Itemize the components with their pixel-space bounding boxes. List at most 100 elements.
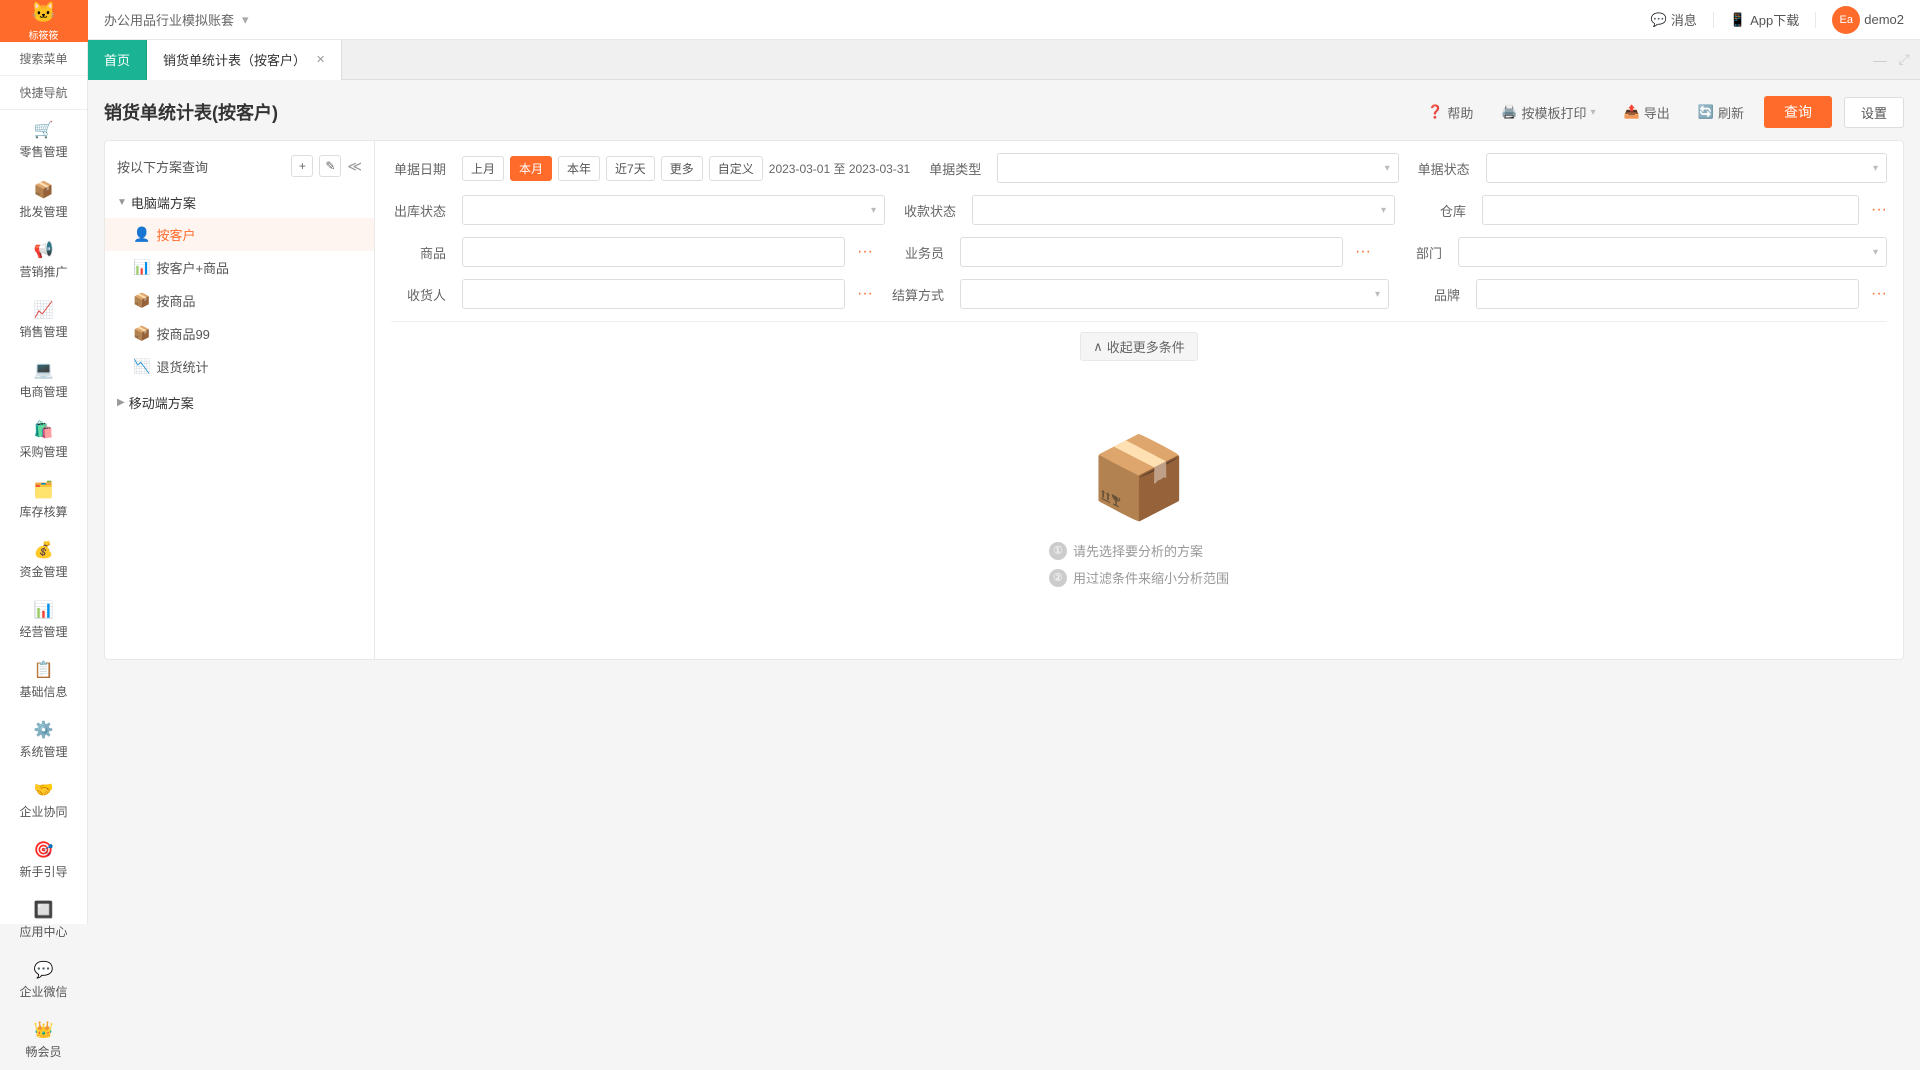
sidebar-item-finance[interactable]: 💰 资金管理 — [0, 530, 87, 590]
warehouse-dots-button[interactable]: ··· — [1871, 201, 1887, 219]
top-header: 办公用品行业模拟账套 ▾ 💬 消息 📱 App下载 Ea demo2 — [88, 0, 1920, 40]
scheme-group-mobile-header[interactable]: ▶ 移动端方案 — [105, 387, 374, 418]
sidebar-item-member[interactable]: 👑 畅会员 — [0, 1010, 87, 1070]
goods-select[interactable] — [462, 237, 845, 267]
sidebar-item-operation[interactable]: 📊 经营管理 — [0, 590, 87, 650]
sidebar-item-corp[interactable]: 🤝 企业协同 — [0, 770, 87, 830]
filter-row-4: 收货人 ··· 结算方式 ▾ 品牌 — [391, 279, 1887, 309]
sidebar-item-system[interactable]: ⚙️ 系统管理 — [0, 710, 87, 770]
tab-home[interactable]: 首页 — [88, 40, 147, 80]
newbie-icon: 🎯 — [34, 840, 54, 860]
scheme-edit-button[interactable]: ✎ — [319, 155, 341, 177]
scheme-panel: 按以下方案查询 + ✎ ≪ — [105, 141, 375, 659]
date-btn-this-month[interactable]: 本月 — [510, 156, 552, 181]
recipient-label: 收货人 — [391, 285, 446, 304]
settle-arrow-icon: ▾ — [1375, 289, 1380, 300]
doc-type-arrow-icon: ▾ — [1385, 163, 1390, 174]
date-btn-this-year[interactable]: 本年 — [558, 156, 600, 181]
recipient-dots-button[interactable]: ··· — [857, 285, 873, 303]
date-btn-custom[interactable]: 自定义 — [709, 156, 763, 181]
scheme-item-by-customer-goods[interactable]: 📊 按客户+商品 — [105, 251, 374, 284]
recipient-select[interactable] — [462, 279, 845, 309]
user-profile-button[interactable]: Ea demo2 — [1832, 6, 1904, 34]
help-icon: ❓ — [1427, 104, 1443, 120]
sidebar-item-apps[interactable]: 🔲 应用中心 — [0, 890, 87, 950]
sidebar-item-marketing[interactable]: 📢 营销推广 — [0, 230, 87, 290]
tab-sales-stat[interactable]: 销货单统计表（按客户） ✕ — [147, 40, 342, 80]
minimize-button[interactable]: — — [1872, 52, 1888, 68]
salesperson-dots-button[interactable]: ··· — [1355, 243, 1371, 261]
date-btn-7days[interactable]: 近7天 — [606, 156, 655, 181]
quicknav-label: 快捷导航 — [0, 84, 87, 101]
brand-label: 品牌 — [1405, 285, 1460, 304]
goods-dots-button[interactable]: ··· — [857, 243, 873, 261]
doc-status-label: 单据状态 — [1415, 159, 1470, 178]
panel-body: 按以下方案查询 + ✎ ≪ — [105, 141, 1903, 659]
doc-status-select[interactable]: ▾ — [1486, 153, 1887, 183]
scheme-item-return-stat[interactable]: 📉 退货统计 — [105, 350, 374, 383]
tab-close-icon[interactable]: ✕ — [316, 53, 325, 66]
dropdown-arrow-icon[interactable]: ▾ — [242, 12, 249, 28]
sidebar-item-retail[interactable]: 🛒 零售管理 — [0, 110, 87, 170]
sidebar-item-purchase[interactable]: 🛍️ 采购管理 — [0, 410, 87, 470]
scheme-group-pc: ▼ 电脑端方案 👤 按客户 📊 按客户+商品 📦 — [105, 187, 374, 383]
receipt-status-select[interactable]: ▾ — [972, 195, 1395, 225]
export-icon: 📤 — [1624, 104, 1640, 120]
setting-button[interactable]: 设置 — [1844, 97, 1904, 128]
sidebar-logo[interactable]: 🐱 标筱筱 — [0, 0, 88, 42]
customer-goods-icon: 📊 — [133, 259, 150, 276]
scheme-add-button[interactable]: + — [291, 155, 313, 177]
help-button[interactable]: ❓ 帮助 — [1419, 99, 1481, 126]
dept-select[interactable]: ▾ — [1458, 237, 1887, 267]
salesperson-select[interactable] — [960, 237, 1343, 267]
print-button[interactable]: 🖨️ 按模板打印 ▾ — [1493, 99, 1603, 126]
window-actions: — ⤢ — [1872, 52, 1920, 68]
sidebar-item-ecommerce[interactable]: 💻 电商管理 — [0, 350, 87, 410]
collapse-row: ∧ 收起更多条件 — [391, 321, 1887, 371]
brand-select[interactable] — [1476, 279, 1859, 309]
warehouse-select[interactable] — [1482, 195, 1859, 225]
date-btn-last-month[interactable]: 上月 — [462, 156, 504, 181]
date-btn-more[interactable]: 更多 — [661, 156, 703, 181]
sidebar-search[interactable]: 搜索菜单 — [0, 42, 87, 76]
page-header: 销货单统计表(按客户) ❓ 帮助 🖨️ 按模板打印 ▾ 📤 导出 🔄 刷新 — [104, 96, 1904, 128]
recipient-filter-group: ··· — [462, 279, 873, 309]
scheme-fold-button[interactable]: ≪ — [347, 158, 362, 175]
empty-tip-1: ① 请先选择要分析的方案 — [1049, 541, 1229, 560]
sidebar-item-wechat[interactable]: 💬 企业微信 — [0, 950, 87, 1010]
sidebar-item-sales[interactable]: 📈 销售管理 — [0, 290, 87, 350]
apps-icon: 🔲 — [34, 900, 54, 920]
query-button[interactable]: 查询 — [1764, 96, 1832, 128]
sidebar-item-basic[interactable]: 📋 基础信息 — [0, 650, 87, 710]
search-label: 搜索菜单 — [0, 50, 87, 67]
scheme-item-by-customer[interactable]: 👤 按客户 — [105, 218, 374, 251]
maximize-button[interactable]: ⤢ — [1896, 52, 1912, 68]
settle-method-select[interactable]: ▾ — [960, 279, 1389, 309]
doc-type-select[interactable]: ▾ — [997, 153, 1398, 183]
sidebar-quicknav[interactable]: 快捷导航 — [0, 76, 87, 110]
collapse-button[interactable]: ∧ 收起更多条件 — [1080, 332, 1198, 361]
sidebar-item-newbie[interactable]: 🎯 新手引导 — [0, 830, 87, 890]
tip-num-1: ① — [1049, 542, 1067, 560]
edit-icon: ✎ — [325, 159, 335, 173]
sidebar-item-inventory[interactable]: 🗂️ 库存核算 — [0, 470, 87, 530]
scheme-item-by-goods[interactable]: 📦 按商品 — [105, 284, 374, 317]
scheme-group-pc-header[interactable]: ▼ 电脑端方案 — [105, 187, 374, 218]
customer-icon: 👤 — [133, 226, 150, 243]
filter-row-2: 出库状态 ▾ 收款状态 ▾ 仓库 — [391, 195, 1887, 225]
message-button[interactable]: 💬 消息 — [1651, 10, 1697, 29]
app-download-button[interactable]: 📱 App下载 — [1730, 10, 1799, 29]
refresh-button[interactable]: 🔄 刷新 — [1690, 99, 1752, 126]
scheme-item-by-goods99[interactable]: 📦 按商品99 — [105, 317, 374, 350]
doc-type-label: 单据类型 — [926, 159, 981, 178]
header-title-area: 办公用品行业模拟账套 ▾ — [104, 10, 249, 29]
sidebar-item-wholesale[interactable]: 📦 批发管理 — [0, 170, 87, 230]
account-title: 办公用品行业模拟账套 — [104, 10, 234, 29]
empty-illustration: 📦 — [1089, 431, 1189, 525]
message-icon: 💬 — [1651, 12, 1667, 28]
basic-icon: 📋 — [34, 660, 54, 680]
dept-label: 部门 — [1387, 243, 1442, 262]
out-status-select[interactable]: ▾ — [462, 195, 885, 225]
export-button[interactable]: 📤 导出 — [1616, 99, 1678, 126]
brand-dots-button[interactable]: ··· — [1871, 285, 1887, 303]
